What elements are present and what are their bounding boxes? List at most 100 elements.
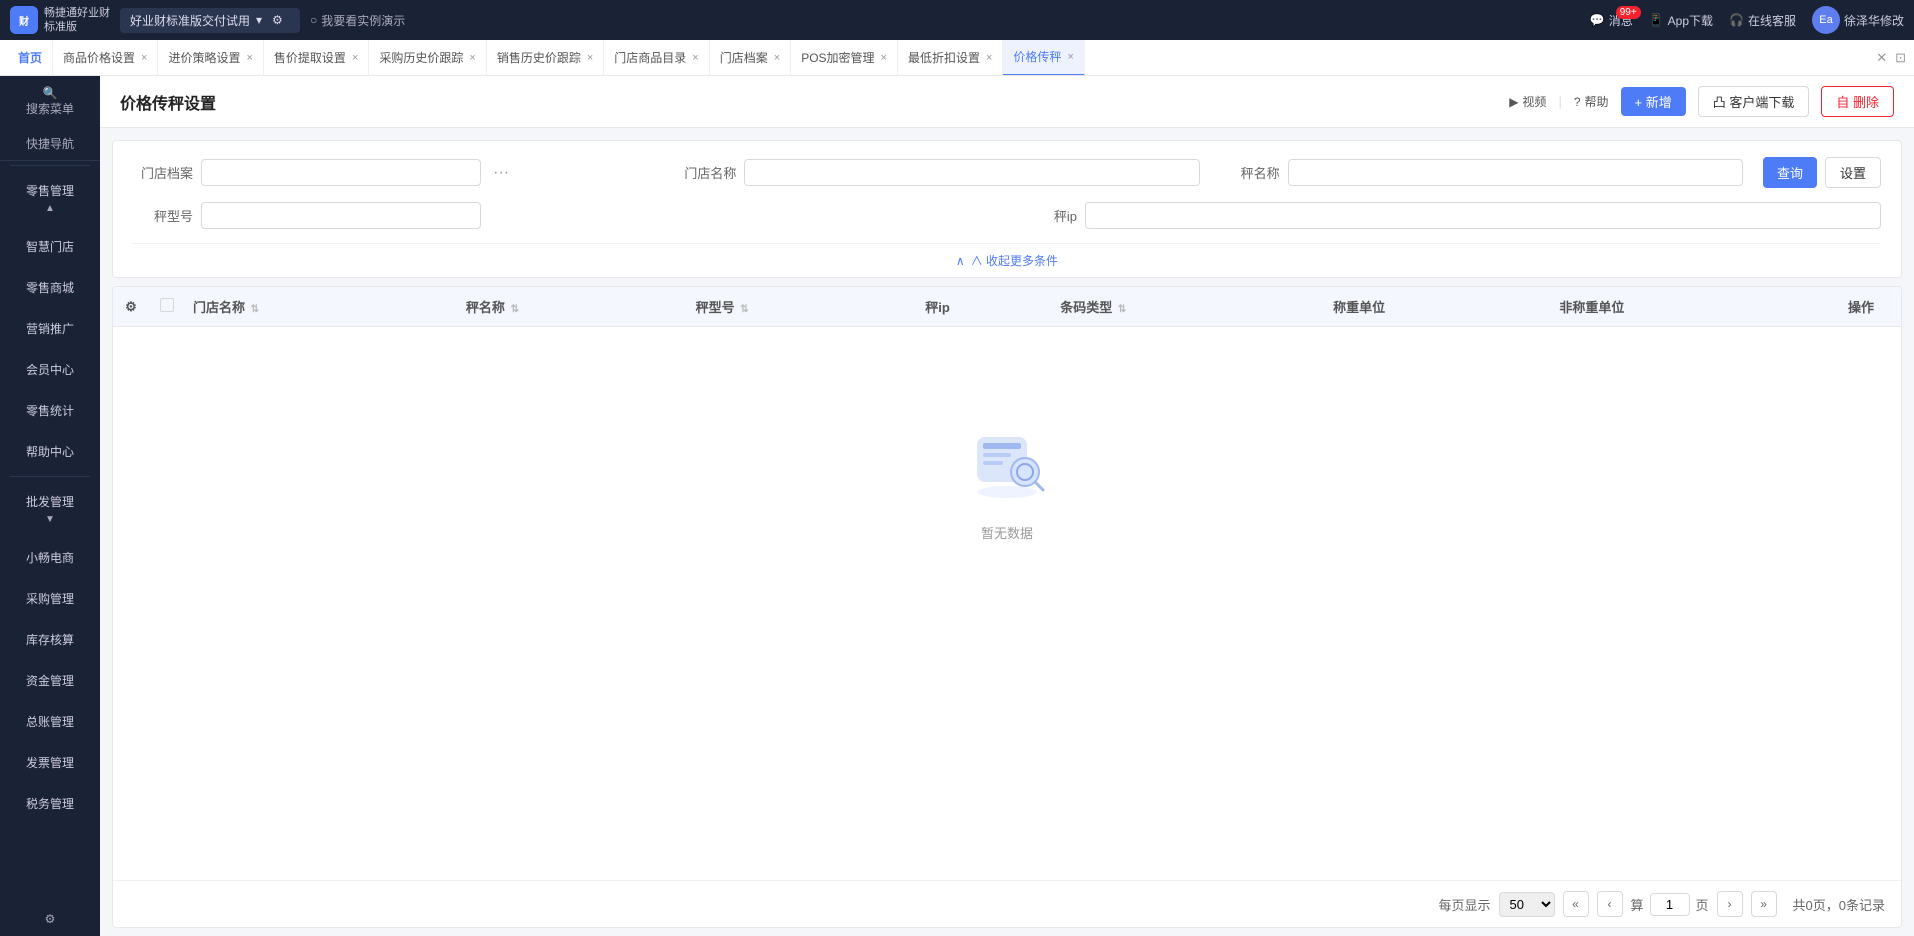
next-page-btn[interactable]: › xyxy=(1717,891,1743,917)
filter-scale-ip: 秤ip xyxy=(1017,202,1881,229)
sidebar-settings-button[interactable]: ⚙ xyxy=(0,902,100,936)
tab-price-scale[interactable]: 价格传秤 × xyxy=(1003,40,1084,76)
prev-page-btn[interactable]: ‹ xyxy=(1597,891,1623,917)
th-scale-model[interactable]: 秤型号 ⇅ xyxy=(688,287,918,327)
tab-close-sale-history[interactable]: × xyxy=(587,52,593,64)
download-icon: 📱 xyxy=(1649,13,1664,27)
sidebar-item-marketing[interactable]: 营销推广 xyxy=(0,308,100,349)
first-page-btn[interactable]: « xyxy=(1563,891,1589,917)
sidebar-item-xiaochang[interactable]: 小畅电商 xyxy=(0,537,100,578)
tab-purchase-history[interactable]: 采购历史价跟踪 × xyxy=(369,40,486,76)
tab-pos-management[interactable]: POS加密管理 × xyxy=(791,40,898,76)
demo-circle-icon: ○ xyxy=(310,13,317,27)
logo-text: 畅捷通好业财 标准版 xyxy=(44,6,110,35)
tab-bar: 首页 商品价格设置 × 进价策略设置 × 售价提取设置 × 采购历史价跟踪 × … xyxy=(0,40,1914,76)
delete-button[interactable]: 自 删除 xyxy=(1821,86,1894,117)
query-button[interactable]: 查询 xyxy=(1763,157,1817,188)
sidebar-item-retail-mgmt[interactable]: 零售管理 ▲ xyxy=(0,170,100,226)
add-button[interactable]: + 新增 xyxy=(1621,87,1686,116)
scale-name-input[interactable] xyxy=(1288,159,1743,186)
last-page-icon: » xyxy=(1760,897,1767,911)
sidebar-item-purchase-mgmt[interactable]: 采购管理 xyxy=(0,578,100,619)
help-link[interactable]: ? 帮助 xyxy=(1574,93,1609,110)
tab-store-profile[interactable]: 门店档案 × xyxy=(710,40,791,76)
sidebar-item-help-center[interactable]: 帮助中心 xyxy=(0,431,100,472)
data-table: ⚙ 门店名称 ⇅ 秤名称 xyxy=(113,287,1901,327)
sidebar-divider-2 xyxy=(10,476,90,477)
sidebar-item-member-center[interactable]: 会员中心 xyxy=(0,349,100,390)
select-all-checkbox[interactable] xyxy=(160,298,174,312)
tab-close-price-scale[interactable]: × xyxy=(1067,51,1073,63)
sidebar-item-retail-stats[interactable]: 零售统计 xyxy=(0,390,100,431)
tab-close-all-icon[interactable]: ✕ xyxy=(1876,50,1887,66)
tab-bar-end: ✕ ⊡ xyxy=(1868,50,1906,66)
per-page-label: 每页显示 xyxy=(1438,895,1490,914)
scale-model-input[interactable] xyxy=(201,202,481,229)
tab-close-min-discount[interactable]: × xyxy=(986,52,992,64)
th-barcode-type[interactable]: 条码类型 ⇅ xyxy=(1052,287,1325,327)
sidebar-search[interactable]: 🔍 搜索菜单 xyxy=(0,76,100,127)
sidebar-item-inventory[interactable]: 库存核算 xyxy=(0,619,100,660)
filter-collapse-btn[interactable]: ∧ ∧ 收起更多条件 xyxy=(133,243,1881,277)
sidebar-item-smart-store[interactable]: 智慧门店 xyxy=(0,226,100,267)
set-button[interactable]: 设置 xyxy=(1825,157,1881,188)
first-page-icon: « xyxy=(1572,897,1579,911)
th-scale-name[interactable]: 秤名称 ⇅ xyxy=(458,287,688,327)
filter-scale-model: 秤型号 xyxy=(133,202,997,229)
th-gear[interactable]: ⚙ xyxy=(113,287,149,327)
tab-close-sale-price[interactable]: × xyxy=(352,52,358,64)
tab-close-pos-management[interactable]: × xyxy=(881,52,887,64)
sidebar-item-tax[interactable]: 税务管理 xyxy=(0,783,100,824)
video-icon: ▶ xyxy=(1509,95,1518,109)
download-button[interactable]: 凸 客户端下载 xyxy=(1698,86,1810,117)
table-wrapper: ⚙ 门店名称 ⇅ 秤名称 xyxy=(113,287,1901,880)
store-profile-picker[interactable]: ··· xyxy=(489,164,513,182)
tab-purchase-strategy[interactable]: 进价策略设置 × xyxy=(158,40,263,76)
sidebar-item-wholesale-mgmt[interactable]: 批发管理 ▼ xyxy=(0,481,100,537)
tab-close-purchase-history[interactable]: × xyxy=(469,52,475,64)
pagination: 每页显示 50 10 20 100 « ‹ 算 xyxy=(113,880,1901,927)
store-name-label: 门店名称 xyxy=(676,163,736,182)
store-name-input[interactable] xyxy=(744,159,1199,186)
th-ops: 操作 xyxy=(1821,287,1901,327)
last-page-btn[interactable]: » xyxy=(1751,891,1777,917)
user-profile-button[interactable]: Ea 徐泽华修改 xyxy=(1812,6,1904,34)
retail-mgmt-arrow: ▲ xyxy=(45,203,55,214)
empty-illustration xyxy=(957,407,1057,507)
sort-icon-scale-name: ⇅ xyxy=(511,304,519,315)
tab-store-catalog[interactable]: 门店商品目录 × xyxy=(604,40,709,76)
th-check[interactable] xyxy=(149,287,185,327)
version-selector[interactable]: 好业财标准版交付试用 ▾ ⚙ xyxy=(120,8,300,33)
tab-commodity-price[interactable]: 商品价格设置 × xyxy=(53,40,158,76)
tab-close-store-catalog[interactable]: × xyxy=(692,52,698,64)
table-settings-icon[interactable]: ⚙ xyxy=(125,299,137,314)
tab-home[interactable]: 首页 xyxy=(8,40,53,76)
page-input[interactable] xyxy=(1650,893,1690,916)
tab-sale-history[interactable]: 销售历史价跟踪 × xyxy=(487,40,604,76)
sidebar-quick-nav[interactable]: 快捷导航 xyxy=(0,127,100,161)
table-area: ⚙ 门店名称 ⇅ 秤名称 xyxy=(112,286,1902,928)
tab-close-store-profile[interactable]: × xyxy=(774,52,780,64)
online-service-button[interactable]: 🎧 在线客服 xyxy=(1729,12,1796,29)
scale-ip-input[interactable] xyxy=(1085,202,1881,229)
sidebar-item-finance[interactable]: 资金管理 xyxy=(0,660,100,701)
tab-close-commodity-price[interactable]: × xyxy=(141,52,147,64)
tab-expand-icon[interactable]: ⊡ xyxy=(1895,50,1906,66)
filter-store-name: 门店名称 xyxy=(676,159,1199,186)
messages-button[interactable]: 💬 消息 99+ xyxy=(1590,12,1633,29)
top-bar-right: 💬 消息 99+ 📱 App下载 🎧 在线客服 Ea 徐泽华修改 xyxy=(1590,6,1904,34)
store-profile-input[interactable] xyxy=(201,159,481,186)
tab-sale-price[interactable]: 售价提取设置 × xyxy=(264,40,369,76)
sidebar-item-invoice[interactable]: 发票管理 xyxy=(0,742,100,783)
settings-icon[interactable]: ⚙ xyxy=(272,13,283,27)
per-page-select[interactable]: 50 10 20 100 xyxy=(1499,892,1555,917)
th-store-name[interactable]: 门店名称 ⇅ xyxy=(185,287,458,327)
sidebar-item-retail-mall[interactable]: 零售商城 xyxy=(0,267,100,308)
app-download-button[interactable]: 📱 App下载 xyxy=(1649,12,1713,29)
main-area: 🔍 搜索菜单 快捷导航 零售管理 ▲ 智慧门店 零售商城 营销推广 会员中心 xyxy=(0,76,1914,936)
video-link[interactable]: ▶ 视频 xyxy=(1509,93,1546,110)
sidebar-item-ledger[interactable]: 总账管理 xyxy=(0,701,100,742)
tab-close-purchase-strategy[interactable]: × xyxy=(246,52,252,64)
tab-min-discount[interactable]: 最低折扣设置 × xyxy=(898,40,1003,76)
demo-link[interactable]: ○ 我要看实例演示 xyxy=(310,12,405,29)
